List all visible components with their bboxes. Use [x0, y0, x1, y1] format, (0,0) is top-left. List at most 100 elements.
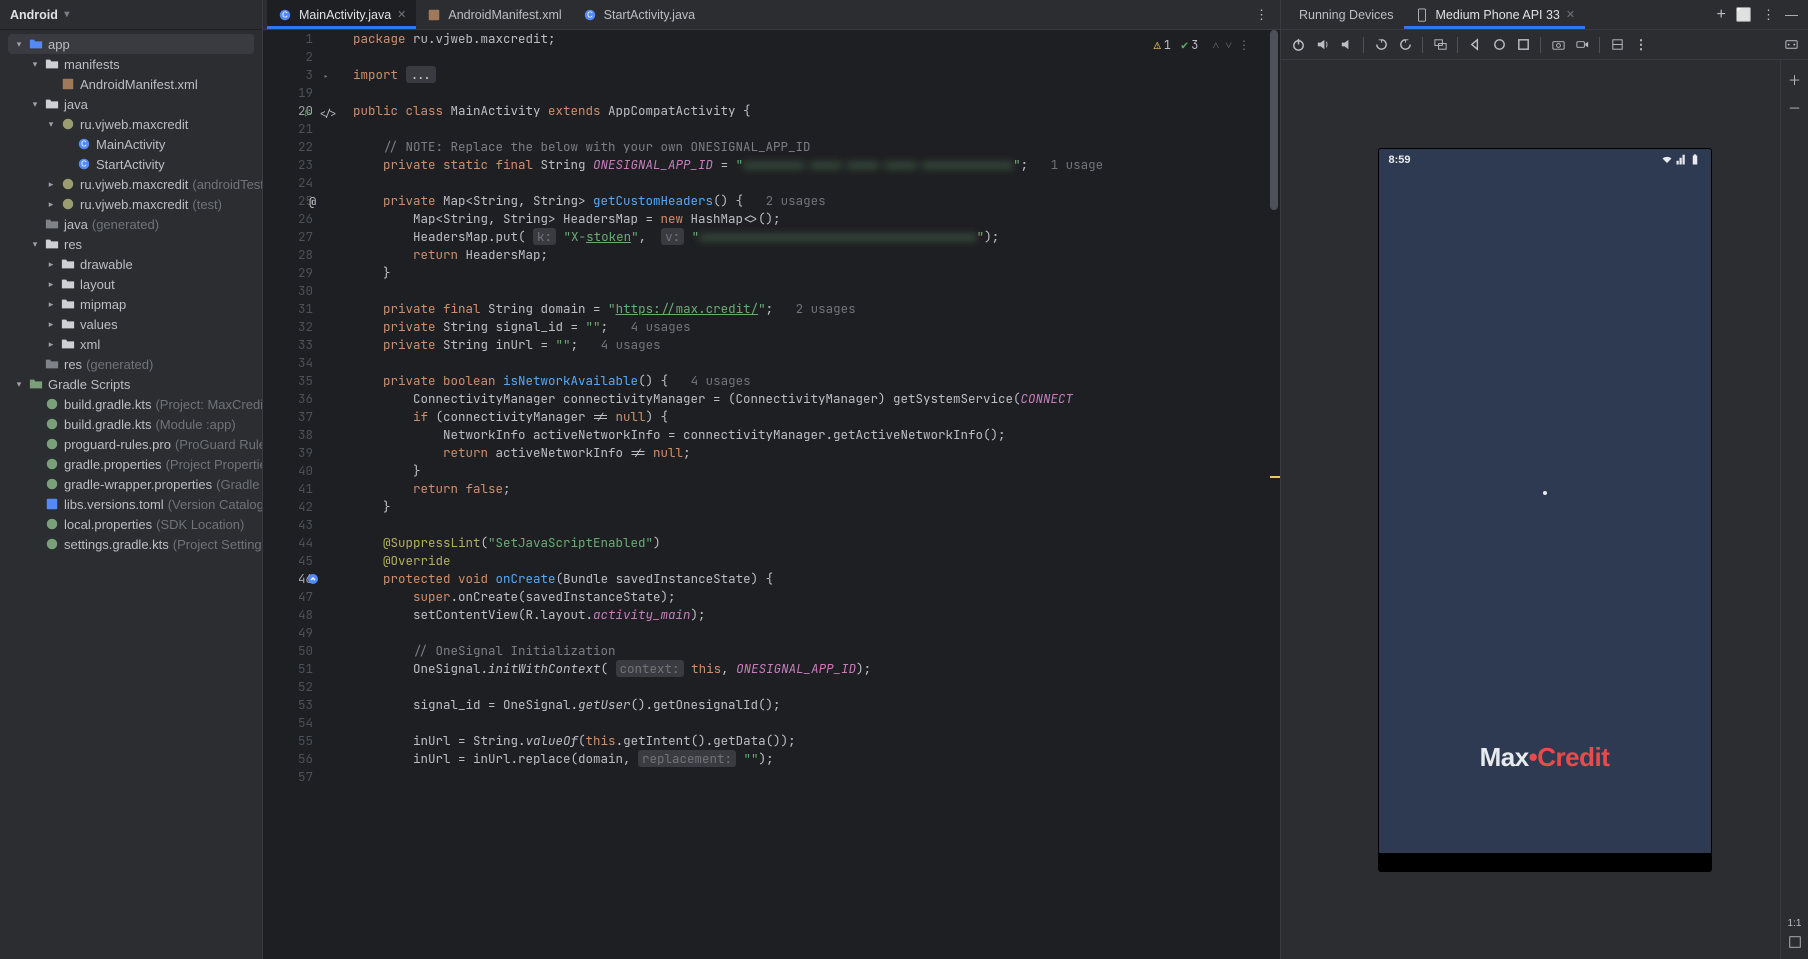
code-line[interactable]: private String signal_id = ""; 4 usages	[353, 318, 1280, 336]
code-line[interactable]: HeadersMap.put( k: "X-stoken", v: "xxxxx…	[353, 228, 1280, 246]
tree-item[interactable]: local.properties(SDK Location)	[0, 514, 262, 534]
code-line[interactable]: import ...	[353, 66, 1280, 84]
chevron-right-icon[interactable]: ▸	[46, 319, 56, 330]
tree-item[interactable]: ▾ru.vjweb.maxcredit	[0, 114, 262, 134]
code-line[interactable]: @Override	[353, 552, 1280, 570]
tree-item[interactable]: MainActivity	[0, 134, 262, 154]
code-line[interactable]: @SuppressLint("SetJavaScriptEnabled")	[353, 534, 1280, 552]
record-button[interactable]	[1571, 34, 1593, 56]
code-line[interactable]: ConnectivityManager connectivityManager …	[353, 390, 1280, 408]
chevron-right-icon[interactable]: ▸	[46, 179, 56, 190]
code-line[interactable]: OneSignal.initWithContext( context: this…	[353, 660, 1280, 678]
code-line[interactable]: if (connectivityManager != null) {	[353, 408, 1280, 426]
tree-item[interactable]: settings.gradle.kts(Project Settings)	[0, 534, 262, 554]
nav-overview-button[interactable]	[1512, 34, 1534, 56]
chevron-right-icon[interactable]: ▸	[46, 299, 56, 310]
insp-down-icon[interactable]: ˅	[1225, 36, 1232, 54]
editor-scrollbar[interactable]	[1268, 30, 1280, 959]
device-settings-button[interactable]	[1780, 34, 1802, 56]
code-line[interactable]: Map<String, String> HeadersMap = new Has…	[353, 210, 1280, 228]
editor-tab[interactable]: AndroidManifest.xml	[416, 0, 571, 29]
code-line[interactable]: return activeNetworkInfo != null;	[353, 444, 1280, 462]
chevron-down-icon[interactable]: ▾	[14, 379, 24, 390]
close-icon[interactable]: ✕	[397, 8, 406, 21]
zoom-out-button[interactable]: －	[1784, 96, 1806, 118]
add-device-icon[interactable]: +	[1716, 6, 1725, 24]
chevron-down-icon[interactable]: ▾	[30, 59, 40, 70]
tree-item[interactable]: ▾manifests	[0, 54, 262, 74]
tree-item[interactable]: build.gradle.kts(Project: MaxCredit)	[0, 394, 262, 414]
toolbar-more-button[interactable]: ⋮	[1630, 34, 1652, 56]
editor-tab[interactable]: StartActivity.java	[572, 0, 705, 29]
zoom-fit-button[interactable]	[1784, 931, 1806, 953]
tree-item[interactable]: StartActivity	[0, 154, 262, 174]
tree-item[interactable]: gradle-wrapper.properties(Gradle Version…	[0, 474, 262, 494]
code-line[interactable]: super.onCreate(savedInstanceState);	[353, 588, 1280, 606]
tree-item[interactable]: ▸values	[0, 314, 262, 334]
tree-item[interactable]: ▾Gradle Scripts	[0, 374, 262, 394]
code-line[interactable]: // OneSignal Initialization	[353, 642, 1280, 660]
code-line[interactable]: package ru.vjweb.maxcredit;	[353, 30, 1280, 48]
editor-tab[interactable]: MainActivity.java✕	[267, 0, 416, 29]
insp-up-icon[interactable]: ˄	[1212, 36, 1219, 54]
tree-item[interactable]: libs.versions.toml(Version Catalog)	[0, 494, 262, 514]
code-line[interactable]: return false;	[353, 480, 1280, 498]
tabs-more[interactable]: ⋮	[1255, 0, 1280, 29]
tree-item[interactable]: ▸ru.vjweb.maxcredit(androidTest)	[0, 174, 262, 194]
code-line[interactable]: setContentView(R.layout.activity_main);	[353, 606, 1280, 624]
screenshot-button[interactable]	[1547, 34, 1569, 56]
rotate-right-button[interactable]	[1394, 34, 1416, 56]
volume-up-button[interactable]	[1311, 34, 1333, 56]
tab-running-devices[interactable]: Running Devices	[1289, 0, 1404, 29]
code-line[interactable]: return HeadersMap;	[353, 246, 1280, 264]
inspections-widget[interactable]: ⚠1 ✔3 ˄ ˅ ⋮	[1150, 34, 1254, 56]
tree-item[interactable]: ▾app	[8, 34, 254, 54]
chevron-right-icon[interactable]: ▸	[46, 339, 56, 350]
code-line[interactable]: private boolean isNetworkAvailable() { 4…	[353, 372, 1280, 390]
phone-frame[interactable]: 8:59 Max•Credit	[1379, 149, 1711, 871]
minimize-icon[interactable]: —	[1785, 7, 1798, 22]
chevron-down-icon[interactable]: ▾	[14, 39, 24, 50]
insp-more-icon[interactable]: ⋮	[1238, 36, 1250, 54]
project-tree[interactable]: ▾app▾manifestsAndroidManifest.xml▾java▾r…	[0, 30, 262, 959]
code-line[interactable]: inUrl = String.valueOf(this.getIntent().…	[353, 732, 1280, 750]
expand-icon[interactable]: ⬜	[1736, 7, 1752, 23]
chevron-down-icon[interactable]: ▾	[30, 239, 40, 250]
code-line[interactable]: }	[353, 264, 1280, 282]
volume-down-button[interactable]	[1335, 34, 1357, 56]
code-editor[interactable]: ⚠1 ✔3 ˄ ˅ ⋮ 1package ru.vjweb.maxcredit;…	[263, 30, 1280, 959]
chevron-right-icon[interactable]: ▸	[46, 199, 56, 210]
tree-item[interactable]: proguard-rules.pro(ProGuard Rules for ":…	[0, 434, 262, 454]
chevron-down-icon[interactable]: ▾	[30, 99, 40, 110]
tree-item[interactable]: gradle.properties(Project Properties)	[0, 454, 262, 474]
power-button[interactable]	[1287, 34, 1309, 56]
tree-item[interactable]: ▸xml	[0, 334, 262, 354]
code-line[interactable]: inUrl = inUrl.replace(domain, replacemen…	[353, 750, 1280, 768]
tree-item[interactable]: ▸layout	[0, 274, 262, 294]
tree-item[interactable]: ▾res	[0, 234, 262, 254]
code-line[interactable]: public class MainActivity extends AppCom…	[353, 102, 1280, 120]
code-line[interactable]: private static final String ONESIGNAL_AP…	[353, 156, 1280, 174]
code-line[interactable]: }	[353, 498, 1280, 516]
tree-item[interactable]: ▸drawable	[0, 254, 262, 274]
nav-home-button[interactable]	[1488, 34, 1510, 56]
fold-icon[interactable]: ▸	[323, 68, 329, 86]
tree-item[interactable]: java(generated)	[0, 214, 262, 234]
tree-item[interactable]: build.gradle.kts(Module :app)	[0, 414, 262, 434]
chevron-right-icon[interactable]: ▸	[46, 259, 56, 270]
code-line[interactable]: NetworkInfo activeNetworkInfo = connecti…	[353, 426, 1280, 444]
close-icon[interactable]: ✕	[1566, 8, 1575, 21]
toolbar-ext-button[interactable]	[1606, 34, 1628, 56]
tree-item[interactable]: AndroidManifest.xml	[0, 74, 262, 94]
tree-item[interactable]: ▾java	[0, 94, 262, 114]
zoom-in-button[interactable]: ＋	[1784, 68, 1806, 90]
code-line[interactable]: private String inUrl = ""; 4 usages	[353, 336, 1280, 354]
tab-device[interactable]: Medium Phone API 33 ✕	[1404, 0, 1586, 29]
code-line[interactable]: private final String domain = "https://m…	[353, 300, 1280, 318]
chevron-right-icon[interactable]: ▸	[46, 279, 56, 290]
code-line[interactable]: protected void onCreate(Bundle savedInst…	[353, 570, 1280, 588]
project-view-selector[interactable]: Android ▾	[0, 0, 262, 30]
code-line[interactable]: // NOTE: Replace the below with your own…	[353, 138, 1280, 156]
displays-button[interactable]	[1429, 34, 1451, 56]
panel-more-icon[interactable]: ⋮	[1762, 7, 1775, 23]
